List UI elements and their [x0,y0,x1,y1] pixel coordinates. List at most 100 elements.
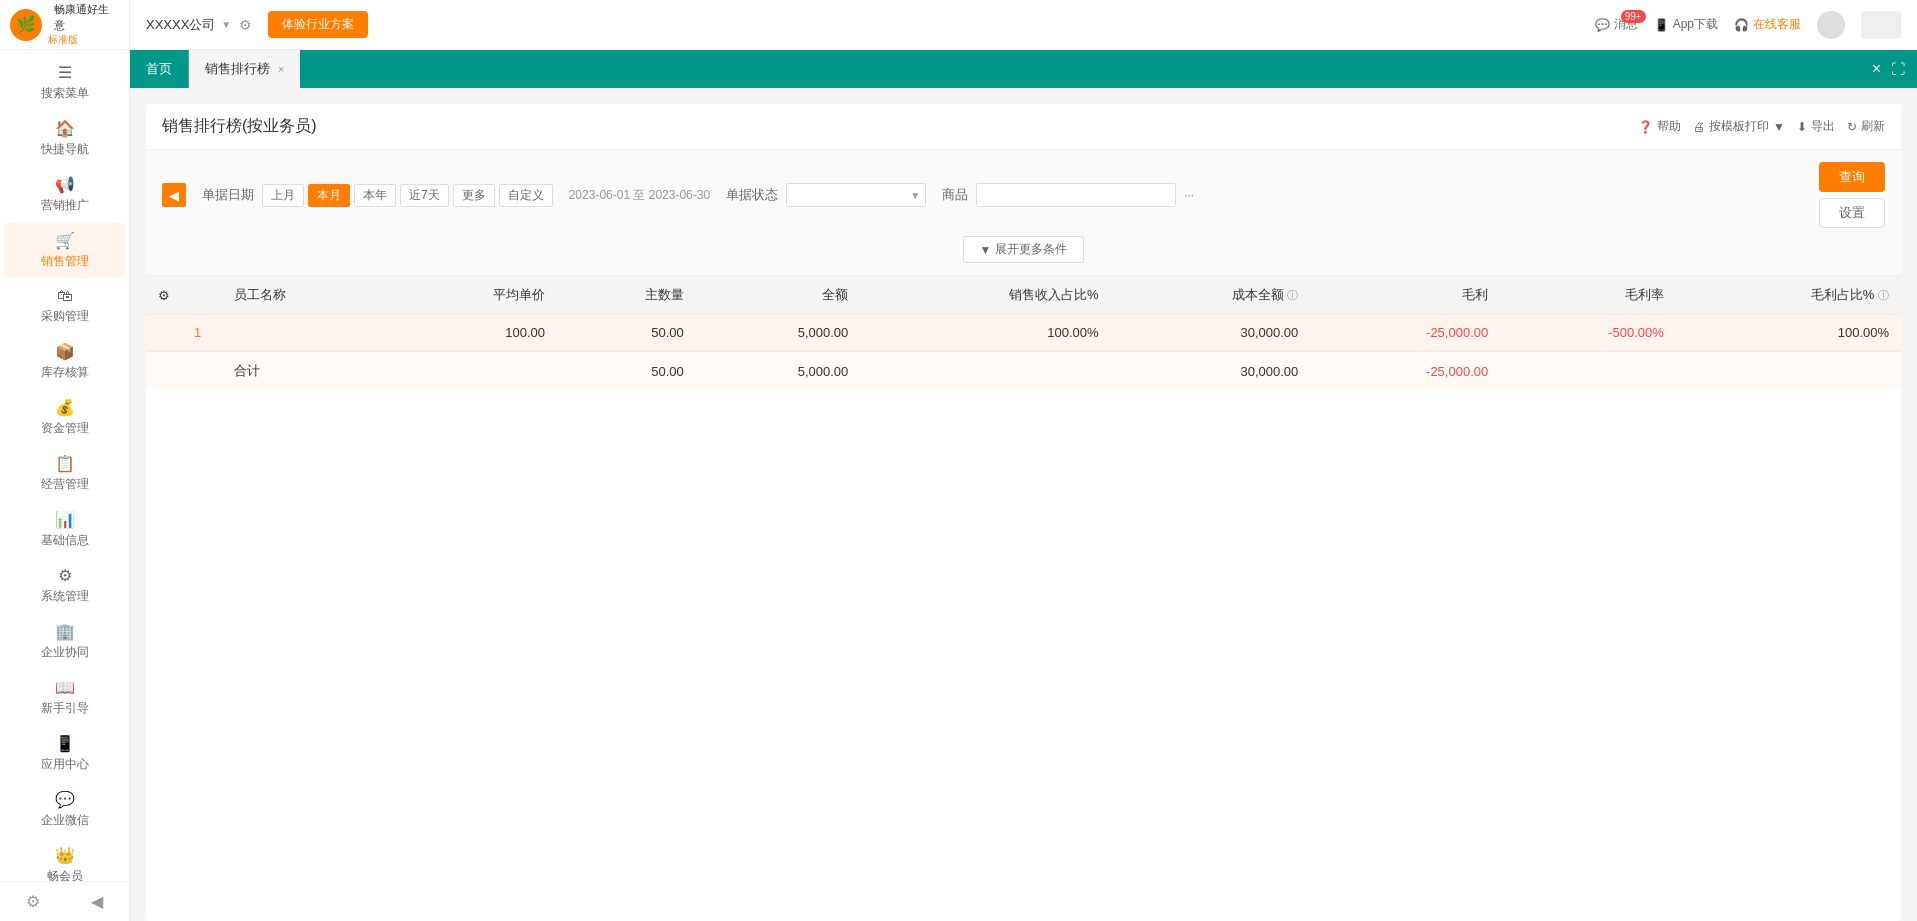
user-name-display [1861,11,1901,39]
inventory-icon: 📦 [55,342,75,361]
refresh-btn[interactable]: ↻ 刷新 [1847,118,1885,135]
app-icon: 📱 [1654,18,1669,32]
tab-close-icon[interactable]: × [278,63,284,75]
user-avatar[interactable] [1817,11,1845,39]
footer-cost-amount: 30,000.00 [1111,351,1311,390]
page-container: 销售排行榜(按业务员) ❓ 帮助 🖨 按模板打印 ▼ ⬇ 导出 ↻ 刷新 [146,104,1901,921]
sidebar-item-purchase[interactable]: 🛍 采购管理 [4,279,125,333]
col-avg-price: 平均单价 [390,276,558,315]
logo-text: 畅康通好生意 [54,2,119,33]
sidebar-item-finance[interactable]: 💰 资金管理 [4,390,125,445]
goods-dots-icon[interactable]: ··· [1184,188,1194,202]
date-btn-more[interactable]: 更多 [453,184,495,207]
window-close-btn[interactable]: × [1872,60,1881,78]
company-selector[interactable]: XXXXX公司 ▼ [146,16,231,34]
basicinfo-icon: 📊 [55,510,75,529]
sidebar-item-label: 营销推广 [41,197,89,214]
page-header: 销售排行榜(按业务员) ❓ 帮助 🖨 按模板打印 ▼ ⬇ 导出 ↻ 刷新 [146,104,1901,150]
export-btn[interactable]: ⬇ 导出 [1797,118,1835,135]
message-icon: 💬 [1595,18,1610,32]
sidebar-item-wechat[interactable]: 💬 企业微信 [4,782,125,837]
cell-name [222,315,390,352]
status-filter: 单据状态 ▼ [726,183,926,207]
sidebar-item-label: 新手引导 [41,700,89,717]
tab-sales-ranking[interactable]: 销售排行榜 × [189,50,300,88]
tab-active-label: 销售排行榜 [205,60,270,78]
sidebar-item-operations[interactable]: 📋 经营管理 [4,446,125,501]
date-btn-this-year[interactable]: 本年 [354,184,396,207]
app-download-btn[interactable]: 📱 App下载 [1654,16,1718,33]
data-table: ⚙ 员工名称 平均单价 主数量 全额 销售收入占比% 成本全额 ⓘ 毛利 毛利率… [146,276,1901,390]
filter-collapse-btn[interactable]: ◀ [162,183,186,207]
sidebar-item-label: 企业微信 [41,812,89,829]
sidebar-nav: ☰ 搜索菜单 🏠 快捷导航 📢 营销推广 🛒 销售管理 🛍 采购管理 📦 库存核… [0,50,129,881]
trial-btn[interactable]: 体验行业方案 [268,11,368,38]
tab-home[interactable]: 首页 [130,50,189,88]
marketing-icon: 📢 [55,175,75,194]
message-btn[interactable]: 💬 消息 99+ [1595,16,1638,33]
sidebar-item-search[interactable]: ☰ 搜索菜单 [4,55,125,110]
wechat-icon: 💬 [55,790,75,809]
col-settings: ⚙ [146,276,182,315]
footer-amount: 5,000.00 [696,351,860,390]
date-btn-this-month[interactable]: 本月 [308,184,350,207]
help-btn[interactable]: ❓ 帮助 [1638,118,1681,135]
search-menu-icon: ☰ [58,63,72,82]
sidebar-item-beginner[interactable]: 📖 新手引导 [4,670,125,725]
date-btn-custom[interactable]: 自定义 [499,184,553,207]
sidebar-item-marketing[interactable]: 📢 营销推广 [4,167,125,222]
sidebar-settings-btn[interactable]: ⚙ [26,892,40,911]
footer-gross-rate [1500,351,1676,390]
date-btn-7days[interactable]: 近7天 [400,184,449,207]
refresh-label: 刷新 [1861,118,1885,135]
help-label: 帮助 [1657,118,1681,135]
query-btn[interactable]: 查询 [1819,162,1885,192]
member-icon: 👑 [55,846,75,865]
col-main-qty: 主数量 [557,276,696,315]
sidebar-item-inventory[interactable]: 📦 库存核算 [4,334,125,389]
goods-input[interactable] [976,183,1176,207]
gross-pct-help-icon[interactable]: ⓘ [1878,289,1889,301]
sidebar-item-label: 库存核算 [41,364,89,381]
sidebar-item-appcenter[interactable]: 📱 应用中心 [4,726,125,781]
app-label: App下载 [1673,16,1718,33]
col-gross: 毛利 [1310,276,1500,315]
template-print-btn[interactable]: 🖨 按模板打印 ▼ [1693,118,1785,135]
footer-gross-pct [1676,351,1901,390]
sidebar-item-label: 系统管理 [41,588,89,605]
settings-gear-icon[interactable]: ⚙ [239,17,252,33]
sidebar-item-quicknav[interactable]: 🏠 快捷导航 [4,111,125,166]
settings-btn[interactable]: 设置 [1819,198,1885,228]
status-select[interactable] [786,183,926,207]
col-sales-pct: 销售收入占比% [860,276,1110,315]
finance-icon: 💰 [55,398,75,417]
sidebar-item-enterprise[interactable]: 🏢 企业协同 [4,614,125,669]
date-btn-last-month[interactable]: 上月 [262,184,304,207]
company-name: XXXXX公司 [146,16,215,34]
sidebar-item-member[interactable]: 👑 畅会员 [4,838,125,881]
date-range-display: 2023-06-01 至 2023-06-30 [569,187,710,204]
col-gross-rate: 毛利率 [1500,276,1676,315]
sidebar-item-basicinfo[interactable]: 📊 基础信息 [4,502,125,557]
window-expand-btn[interactable]: ⛶ [1891,61,1905,77]
sidebar-item-label: 资金管理 [41,420,89,437]
sidebar-item-sales[interactable]: 🛒 销售管理 [4,223,125,278]
table-area: ⚙ 员工名称 平均单价 主数量 全额 销售收入占比% 成本全额 ⓘ 毛利 毛利率… [146,276,1901,390]
cost-help-icon[interactable]: ⓘ [1287,289,1298,301]
tab-home-label: 首页 [146,60,172,78]
main-content: 销售排行榜(按业务员) ❓ 帮助 🖨 按模板打印 ▼ ⬇ 导出 ↻ 刷新 [130,88,1917,921]
template-print-label: 按模板打印 [1709,118,1769,135]
footer-avg-price [390,351,558,390]
cell-gross-rate: -500.00% [1500,315,1676,352]
footer-label: 合计 [222,351,390,390]
cell-gross-pct: 100.00% [1676,315,1901,352]
appcenter-icon: 📱 [55,734,75,753]
sidebar-collapse-btn[interactable]: ◀ [91,892,103,911]
print-arrow-icon: ▼ [1773,120,1785,134]
online-service-btn[interactable]: 🎧 在线客服 [1734,16,1801,33]
expand-label: 展开更多条件 [995,241,1067,258]
col-settings-icon[interactable]: ⚙ [158,288,170,303]
sidebar-item-system[interactable]: ⚙ 系统管理 [4,558,125,613]
expand-more-btn[interactable]: ▼ 展开更多条件 [963,236,1085,263]
status-select-wrapper: ▼ [786,183,926,207]
